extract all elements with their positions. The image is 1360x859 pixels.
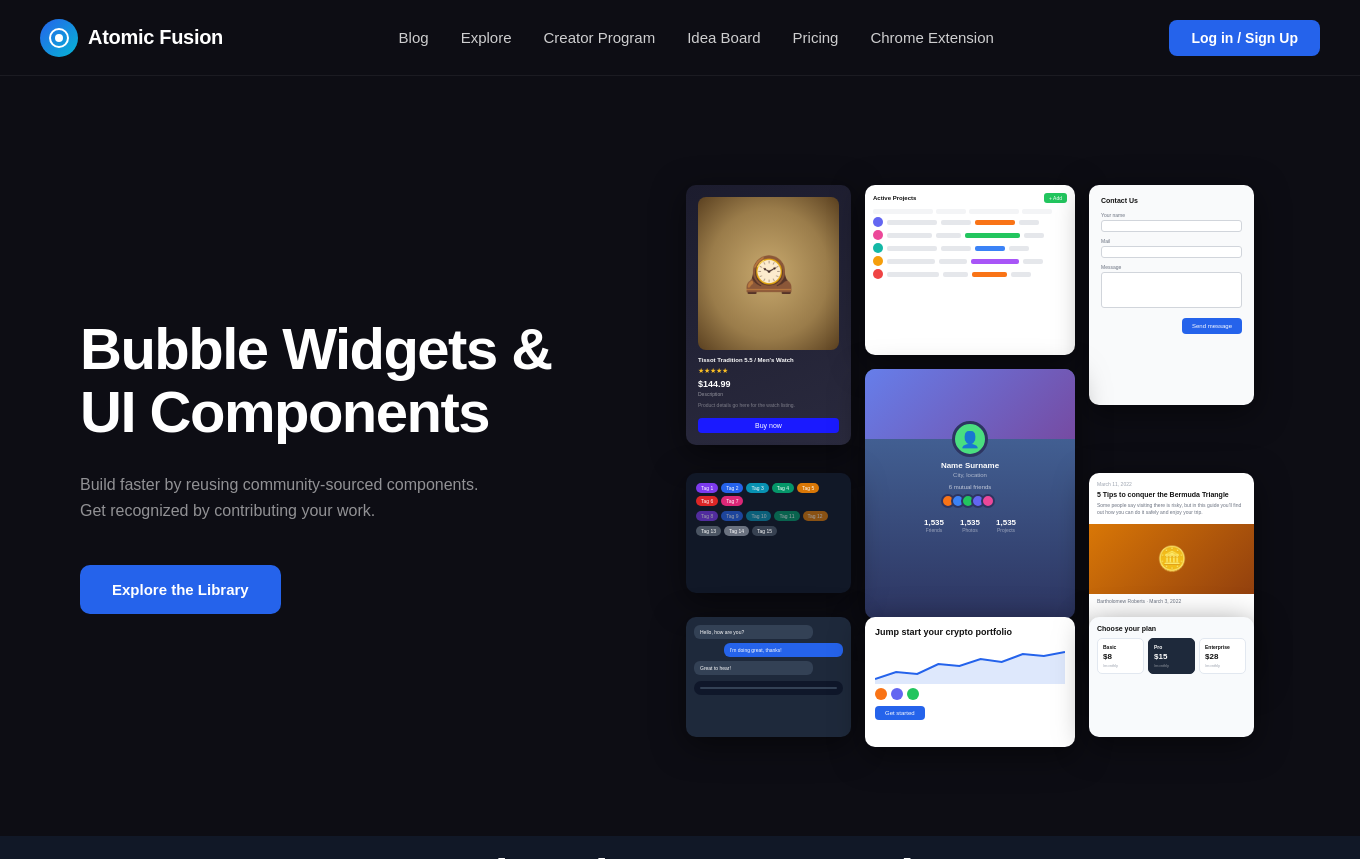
nav-chrome-extension[interactable]: Chrome Extension [870, 29, 993, 46]
profile-cover-image: 👤 [865, 369, 1075, 439]
profile-stats: 1,535 Friends 1,535 Photos 1,535 Project… [924, 518, 1016, 533]
logo-icon [40, 19, 78, 57]
tag-chip[interactable]: Tag 8 [696, 511, 718, 521]
form-name-field: Your name [1101, 212, 1242, 232]
nav-links: Blog Explore Creator Program Idea Board … [399, 29, 994, 47]
nav-creator-program[interactable]: Creator Program [543, 29, 655, 46]
tags-row-2: Tag 8 Tag 9 Tag 10 Tag 11 Tag 12 [696, 511, 841, 521]
tag-chip[interactable]: Tag 12 [803, 511, 828, 521]
tag-chip[interactable]: Tag 6 [696, 496, 718, 506]
nav-blog[interactable]: Blog [399, 29, 429, 46]
chat-input-area[interactable] [694, 681, 843, 695]
crypto-start-button[interactable]: Get started [875, 706, 925, 720]
tag-chip[interactable]: Tag 3 [746, 483, 768, 493]
bottom-section: Get the Chrome Extension [0, 836, 1360, 859]
brand-logo[interactable]: Atomic Fusion [40, 19, 223, 57]
profile-name: Name Surname [941, 461, 999, 470]
blog-excerpt: Some people say visiting there is risky,… [1097, 502, 1246, 516]
profile-stat-projects: 1,535 Projects [996, 518, 1016, 533]
blog-date: March 11, 2022 [1097, 481, 1246, 487]
tag-chip[interactable]: Tag 4 [772, 483, 794, 493]
form-send-button[interactable]: Send message [1182, 318, 1242, 334]
tag-chip[interactable]: Tag 14 [724, 526, 749, 536]
watch-image: 🕰️ [698, 197, 839, 350]
tag-chip[interactable]: Tag 5 [797, 483, 819, 493]
pricing-plan-pro: Pro $15 /monthly [1148, 638, 1195, 674]
nav-right: Log in / Sign Up [1169, 20, 1320, 56]
nav-pricing[interactable]: Pricing [793, 29, 839, 46]
blog-title: 5 Tips to conquer the Bermuda Triangle [1097, 490, 1246, 499]
dashboard-column-headers [873, 209, 1067, 214]
tag-chip[interactable]: Tag 15 [752, 526, 777, 536]
dashboard-row [873, 230, 1067, 240]
chat-message-sent: I'm doing great, thanks! [724, 643, 843, 657]
dashboard-header: Active Projects + Add [873, 193, 1067, 203]
blog-author: Bartholomew Roberts · March 3, 2022 [1089, 594, 1254, 608]
hero-subtitle: Build faster by reusing community-source… [80, 472, 600, 525]
crypto-chart [875, 644, 1065, 684]
blog-image: 🪙 [1089, 524, 1254, 594]
profile-stat-friends: 1,535 Friends [924, 518, 944, 533]
tag-chip[interactable]: Tag 11 [774, 511, 799, 521]
chat-message-received: Hello, how are you? [694, 625, 813, 639]
hero-title: Bubble Widgets & UI Components [80, 318, 600, 443]
profile-stat-photos: 1,535 Photos [960, 518, 980, 533]
profile-mutual-friends: 6 mutual friends [949, 484, 992, 490]
brand-name: Atomic Fusion [88, 26, 223, 49]
hero-subtitle-line2: Get recognized by contributing your work… [80, 502, 375, 519]
chat-message-received: Great to hear! [694, 661, 813, 675]
profile-location: City, location [953, 472, 987, 478]
blog-header: March 11, 2022 5 Tips to conquer the Ber… [1089, 473, 1254, 524]
watch-price: $144.99 [698, 378, 839, 391]
tag-chip[interactable]: Tag 10 [746, 511, 771, 521]
dashboard-row [873, 243, 1067, 253]
form-message-field: Message [1101, 264, 1242, 308]
svg-point-1 [55, 34, 63, 42]
hero-section: Bubble Widgets & UI Components Build fas… [0, 76, 1360, 836]
profile-mutual-avatars [945, 494, 995, 508]
tag-chip[interactable]: Tag 2 [721, 483, 743, 493]
pricing-plan-basic: Basic $8 /monthly [1097, 638, 1144, 674]
nav-explore[interactable]: Explore [461, 29, 512, 46]
profile-avatar: 👤 [952, 421, 988, 457]
tags-row-3: Tag 13 Tag 14 Tag 15 [696, 526, 841, 536]
pricing-title: Choose your plan [1097, 625, 1246, 632]
pricing-plans: Basic $8 /monthly Pro $15 /monthly Enter… [1097, 638, 1246, 674]
navbar: Atomic Fusion Blog Explore Creator Progr… [0, 0, 1360, 76]
profile-card: 👤 Name Surname City, location 6 mutual f… [865, 369, 1075, 619]
login-button[interactable]: Log in / Sign Up [1169, 20, 1320, 56]
crypto-coins [875, 688, 1065, 700]
tags-card: Tag 1 Tag 2 Tag 3 Tag 4 Tag 5 Tag 6 Tag … [686, 473, 851, 593]
ui-cards-grid: 🕰️ Tissot Tradition 5.5 / Men's Watch ★★… [686, 185, 1254, 747]
watch-product-card: 🕰️ Tissot Tradition 5.5 / Men's Watch ★★… [686, 185, 851, 445]
watch-info: Tissot Tradition 5.5 / Men's Watch ★★★★★… [698, 356, 839, 412]
hero-subtitle-line1: Build faster by reusing community-source… [80, 476, 478, 493]
crypto-card: Jump start your crypto portfolio Get sta… [865, 617, 1075, 747]
hero-preview-mosaic: 🕰️ Tissot Tradition 5.5 / Men's Watch ★★… [600, 156, 1300, 776]
tag-chip[interactable]: Tag 9 [721, 511, 743, 521]
tag-chip[interactable]: Tag 7 [721, 496, 743, 506]
dashboard-row [873, 256, 1067, 266]
dashboard-row [873, 269, 1067, 279]
dashboard-card: Active Projects + Add [865, 185, 1075, 355]
form-title: Contact Us [1101, 197, 1242, 204]
form-mail-field: Mail [1101, 238, 1242, 258]
pricing-card: Choose your plan Basic $8 /monthly Pro $… [1089, 617, 1254, 737]
chrome-extension-title: Get the Chrome Extension [391, 849, 970, 860]
crypto-title: Jump start your crypto portfolio [875, 627, 1065, 638]
explore-library-button[interactable]: Explore the Library [80, 565, 281, 614]
tag-chip[interactable]: Tag 13 [696, 526, 721, 536]
hero-content: Bubble Widgets & UI Components Build fas… [80, 318, 600, 613]
contact-form-card: Contact Us Your name Mail Message Send m… [1089, 185, 1254, 405]
watch-buy-button[interactable]: Buy now [698, 418, 839, 433]
dashboard-title: Active Projects [873, 195, 916, 201]
tags-row-1: Tag 1 Tag 2 Tag 3 Tag 4 Tag 5 Tag 6 Tag … [696, 483, 841, 506]
nav-idea-board[interactable]: Idea Board [687, 29, 760, 46]
dashboard-row [873, 217, 1067, 227]
mutual-avatar-more [981, 494, 995, 508]
chat-card: Hello, how are you? I'm doing great, tha… [686, 617, 851, 737]
pricing-plan-enterprise: Enterprise $28 /monthly [1199, 638, 1246, 674]
tag-chip[interactable]: Tag 1 [696, 483, 718, 493]
dashboard-add-button[interactable]: + Add [1044, 193, 1067, 203]
